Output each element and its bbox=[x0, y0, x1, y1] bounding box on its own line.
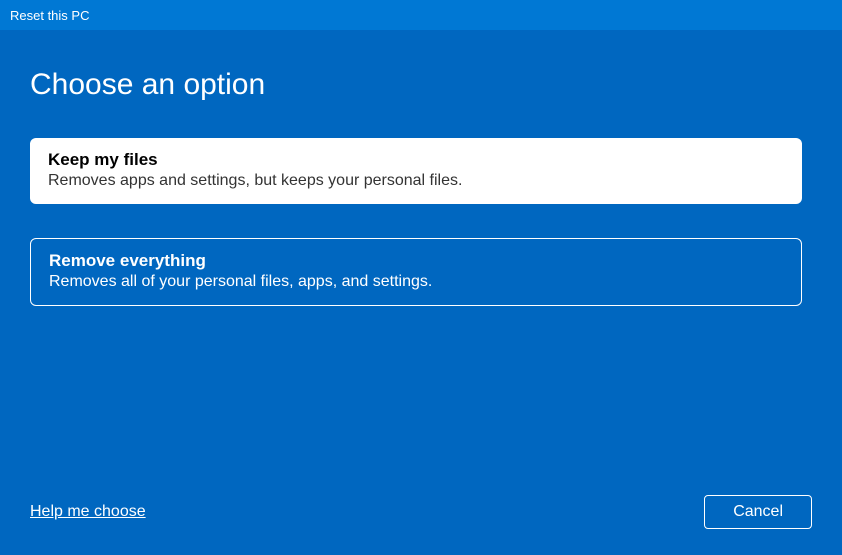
page-heading: Choose an option bbox=[30, 68, 812, 102]
footer: Help me choose Cancel bbox=[30, 495, 812, 529]
content-area: Choose an option Keep my files Removes a… bbox=[0, 30, 842, 306]
option-description: Removes apps and settings, but keeps you… bbox=[48, 172, 784, 190]
option-title: Remove everything bbox=[49, 251, 783, 271]
option-title: Keep my files bbox=[48, 150, 784, 170]
titlebar: Reset this PC bbox=[0, 0, 842, 30]
help-me-choose-link[interactable]: Help me choose bbox=[30, 503, 146, 521]
option-description: Removes all of your personal files, apps… bbox=[49, 273, 783, 291]
option-remove-everything[interactable]: Remove everything Removes all of your pe… bbox=[30, 238, 802, 306]
window-title: Reset this PC bbox=[10, 8, 89, 23]
cancel-button[interactable]: Cancel bbox=[704, 495, 812, 529]
option-keep-my-files[interactable]: Keep my files Removes apps and settings,… bbox=[30, 138, 802, 204]
